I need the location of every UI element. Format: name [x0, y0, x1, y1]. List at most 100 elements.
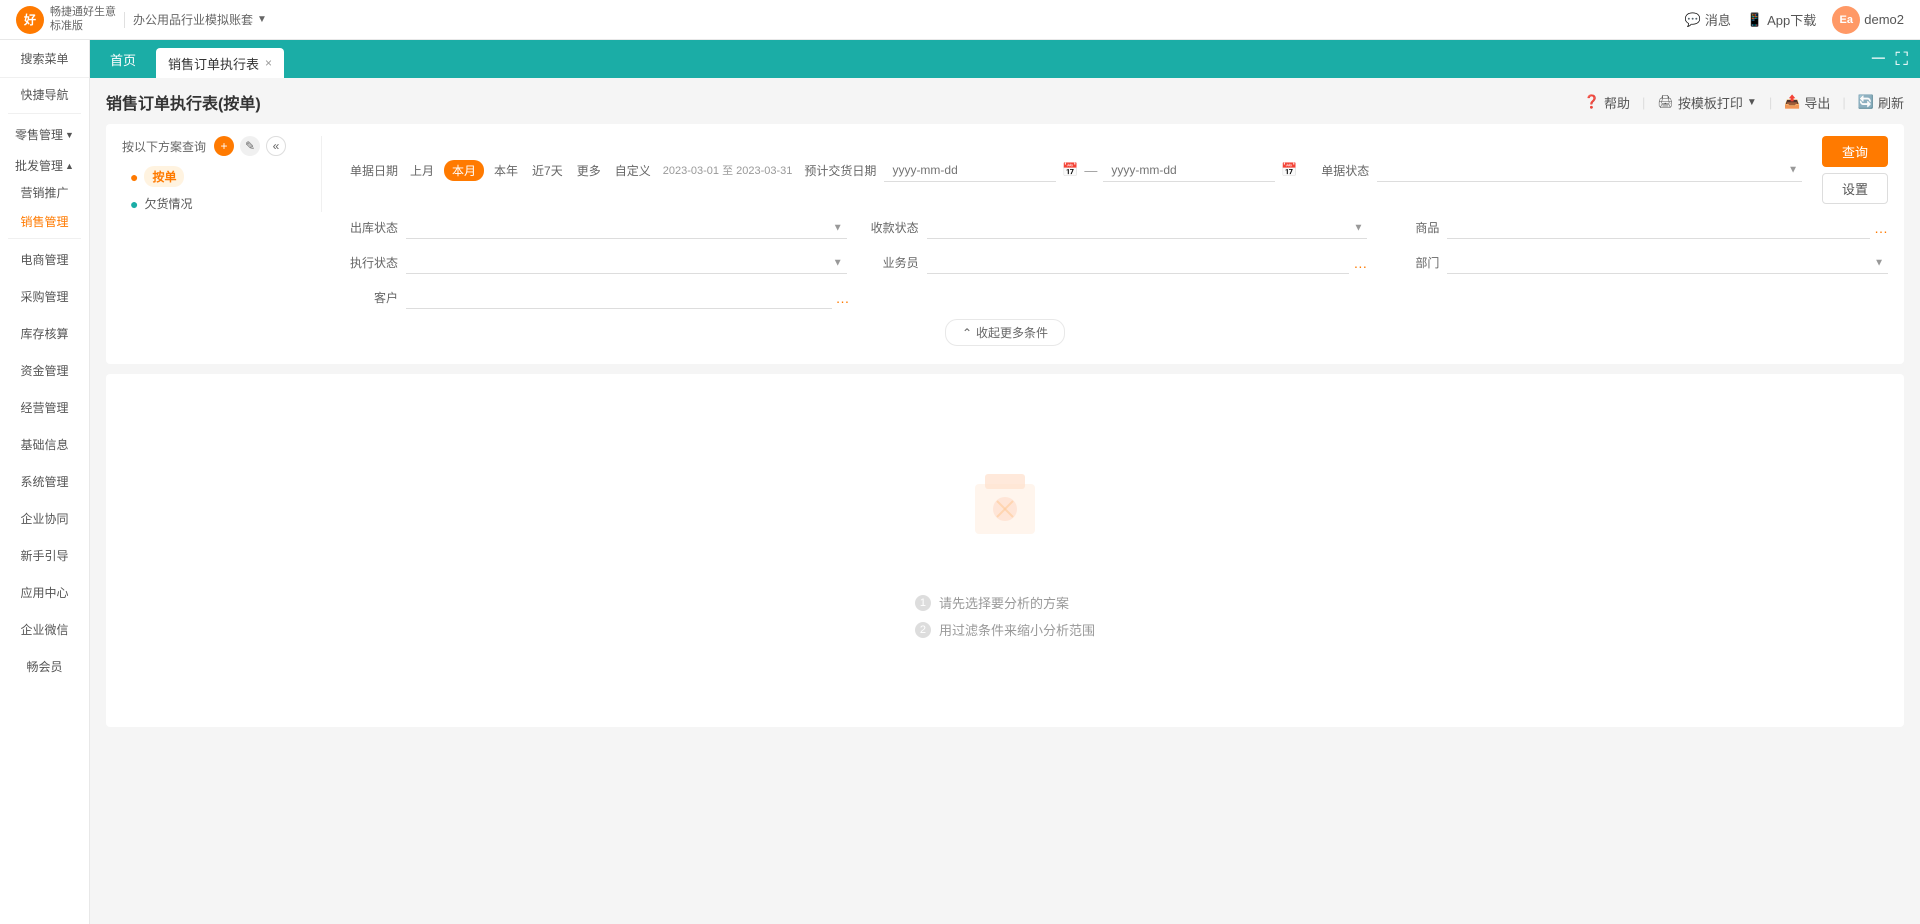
- salesperson-more-icon[interactable]: …: [1353, 255, 1367, 271]
- refresh-btn[interactable]: 🔄 刷新: [1858, 93, 1904, 112]
- scheme-by-order[interactable]: ● 按单: [130, 166, 309, 187]
- settings-btn[interactable]: 设置: [1822, 173, 1888, 204]
- main-layout: 搜索菜单 快捷导航 零售管理 ▼ 批发管理 ▲ 营销推广 销售管理 电商管理 采…: [0, 40, 1920, 924]
- date-quick-buttons: 上月 本月 本年 近7天 更多 自定义: [406, 160, 655, 181]
- collapse-btn[interactable]: ⌃ 收起更多条件: [945, 319, 1065, 346]
- message-icon: 💬: [1685, 12, 1701, 28]
- nav-title[interactable]: 办公用品行业模拟账套 ▼: [133, 11, 267, 28]
- sidebar-item-system[interactable]: 系统管理: [0, 463, 89, 500]
- date-icon-right[interactable]: 📅: [1281, 162, 1297, 178]
- sidebar-item-enterprise[interactable]: 企业协同: [0, 500, 89, 537]
- app-download-btn[interactable]: 📱 App下载: [1747, 10, 1816, 29]
- content-area: 首页 销售订单执行表 × － ⛶ 销售订单执行表(按单) ❓ 帮助 |: [90, 40, 1920, 924]
- date-icon-left[interactable]: 📅: [1062, 162, 1078, 178]
- sidebar-quick-nav[interactable]: 快捷导航: [0, 78, 89, 111]
- tab-home[interactable]: 首页: [94, 40, 152, 78]
- tab-bar: 首页 销售订单执行表 × － ⛶: [90, 40, 1920, 78]
- sidebar-item-operations[interactable]: 经营管理: [0, 389, 89, 426]
- collapse-label: 收起更多条件: [976, 324, 1048, 341]
- sidebar-item-stock[interactable]: 库存核算: [0, 315, 89, 352]
- delivery-status-select[interactable]: [406, 216, 847, 239]
- exec-status-label: 执行状态: [338, 254, 398, 271]
- payment-status-select[interactable]: [927, 216, 1368, 239]
- customer-input[interactable]: [406, 286, 832, 309]
- filter-panel: 按以下方案查询 + ✎ « ● 按单: [106, 124, 1904, 364]
- sidebar-search-menu[interactable]: 搜索菜单: [0, 40, 89, 78]
- query-btn[interactable]: 查询: [1822, 136, 1888, 167]
- edit-scheme-btn[interactable]: ✎: [240, 136, 260, 156]
- date-field-label: 单据日期: [338, 162, 398, 179]
- page-title: 销售订单执行表(按单): [106, 90, 261, 114]
- step-num-2: 2: [915, 622, 931, 638]
- sidebar-divider-top: [8, 113, 81, 114]
- expected-date-range: 📅 — 📅: [884, 159, 1297, 182]
- collapse-bar: ⌃ 收起更多条件: [122, 313, 1888, 352]
- goods-more-icon[interactable]: …: [1874, 220, 1888, 236]
- top-bar-left: 好 畅捷通好生意 标准版 办公用品行业模拟账套 ▼: [16, 6, 267, 34]
- user-area[interactable]: Ea demo2: [1832, 6, 1904, 34]
- sidebar-item-sales[interactable]: 销售管理: [0, 207, 89, 236]
- sidebar-item-members[interactable]: 畅会员: [0, 648, 89, 685]
- logo-icon: 好: [16, 6, 44, 34]
- department-select[interactable]: [1447, 251, 1888, 274]
- last-month-btn[interactable]: 上月: [406, 160, 438, 181]
- add-scheme-btn[interactable]: +: [214, 136, 234, 156]
- tab-close-btn[interactable]: ×: [265, 56, 272, 70]
- last7days-btn[interactable]: 近7天: [528, 160, 567, 181]
- expected-date-to[interactable]: [1103, 159, 1275, 182]
- top-bar-right: 💬 消息 📱 App下载 Ea demo2: [1685, 6, 1904, 34]
- sidebar-item-retail[interactable]: 零售管理 ▼: [0, 116, 89, 147]
- tab-maximize-btn[interactable]: ⛶: [1895, 50, 1908, 68]
- tab-minimize-btn[interactable]: －: [1869, 50, 1887, 68]
- empty-icon: [955, 454, 1055, 573]
- this-year-btn[interactable]: 本年: [490, 160, 522, 181]
- collapse-icon: ⌃: [962, 326, 972, 340]
- sidebar-item-basic[interactable]: 基础信息: [0, 426, 89, 463]
- expected-date-from[interactable]: [884, 159, 1056, 182]
- print-btn[interactable]: 🖨 按模板打印 ▼: [1657, 93, 1756, 112]
- date-range-text: 2023-03-01 至 2023-03-31: [663, 162, 793, 178]
- more-btn[interactable]: 更多: [573, 160, 605, 181]
- order-status-label: 单据状态: [1309, 162, 1369, 179]
- logo-text: 畅捷通好生意 标准版: [50, 6, 116, 32]
- action-divider-1: |: [1642, 95, 1645, 110]
- goods-input[interactable]: [1447, 216, 1870, 239]
- active-scheme-label: 按单: [144, 166, 184, 187]
- sidebar: 搜索菜单 快捷导航 零售管理 ▼ 批发管理 ▲ 营销推广 销售管理 电商管理 采…: [0, 40, 90, 924]
- this-month-btn[interactable]: 本月: [444, 160, 484, 181]
- scheme-owe-stock[interactable]: ● 欠货情况: [130, 195, 309, 212]
- salesperson-input[interactable]: [927, 251, 1350, 274]
- order-status-select[interactable]: [1377, 159, 1802, 182]
- sidebar-expand-icon: ▲: [65, 161, 74, 171]
- empty-state: 1 请先选择要分析的方案 2 用过滤条件来缩小分析范围: [106, 374, 1904, 727]
- customer-label: 客户: [338, 289, 398, 306]
- tab-label: 销售订单执行表: [168, 54, 259, 73]
- sidebar-item-purchase[interactable]: 采购管理: [0, 278, 89, 315]
- sidebar-item-wholesale[interactable]: 批发管理 ▲: [0, 147, 89, 178]
- sidebar-item-finance[interactable]: 资金管理: [0, 352, 89, 389]
- page-content: 销售订单执行表(按单) ❓ 帮助 | 🖨 按模板打印 ▼ | 📤: [90, 78, 1920, 924]
- print-dropdown-icon: ▼: [1747, 97, 1757, 108]
- sidebar-item-ecommerce[interactable]: 电商管理: [0, 241, 89, 278]
- sidebar-item-wecom[interactable]: 企业微信: [0, 611, 89, 648]
- help-btn[interactable]: ❓ 帮助: [1584, 93, 1630, 112]
- customer-more-icon[interactable]: …: [836, 290, 850, 306]
- sidebar-divider-1: [8, 238, 81, 239]
- sidebar-item-marketing[interactable]: 营销推广: [0, 178, 89, 207]
- collapse-scheme-btn[interactable]: «: [266, 136, 286, 156]
- message-btn[interactable]: 💬 消息: [1685, 10, 1731, 29]
- sidebar-item-newbie[interactable]: 新手引导: [0, 537, 89, 574]
- sidebar-item-appcenter[interactable]: 应用中心: [0, 574, 89, 611]
- scheme-label: 按以下方案查询: [122, 138, 206, 155]
- nav-dropdown-icon[interactable]: ▼: [257, 14, 267, 25]
- tab-active[interactable]: 销售订单执行表 ×: [156, 48, 284, 78]
- print-icon: 🖨: [1657, 94, 1674, 110]
- export-btn[interactable]: 📤 导出: [1784, 93, 1830, 112]
- exec-status-select[interactable]: [406, 251, 847, 274]
- goods-label: 商品: [1379, 219, 1439, 236]
- custom-btn[interactable]: 自定义: [611, 160, 655, 181]
- wholesale-subitems: 营销推广 销售管理: [0, 178, 89, 236]
- step-num-1: 1: [915, 595, 931, 611]
- tab-actions: － ⛶: [1869, 50, 1916, 68]
- page-header: 销售订单执行表(按单) ❓ 帮助 | 🖨 按模板打印 ▼ | 📤: [106, 90, 1904, 114]
